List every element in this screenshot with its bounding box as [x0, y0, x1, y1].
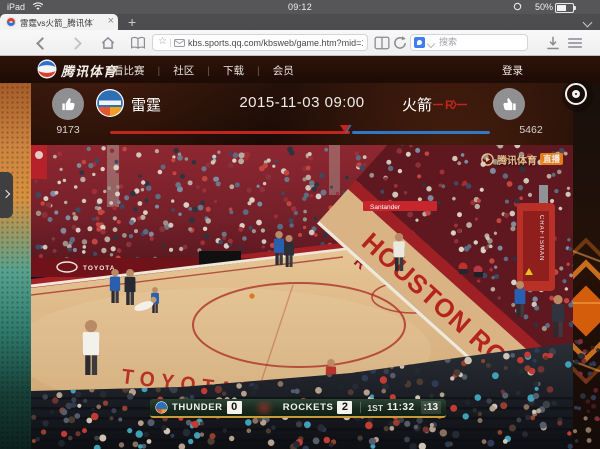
scoreboard-home-name: THUNDER [172, 402, 223, 413]
watermark-play-icon [481, 153, 494, 166]
tab-favicon [6, 17, 16, 27]
favorite-star-icon[interactable]: ☆ [158, 36, 167, 47]
watermark-live-badge: 直播 [540, 153, 563, 165]
broadcast-scoreboard: THUNDER 0 ROCKETS 2 1ST 11:32 :13 [150, 399, 446, 418]
reload-icon[interactable] [392, 35, 408, 51]
login-link[interactable]: 登录 [502, 63, 523, 78]
toyota-board-ad: TOYOTA [83, 265, 115, 272]
side-panel-toggle[interactable] [0, 172, 13, 218]
battery-icon [555, 3, 574, 13]
status-bar: iPad 09:12 50% [0, 0, 600, 14]
away-vote-count: 5462 [503, 124, 559, 136]
rotation-lock-icon [513, 2, 522, 11]
address-bar[interactable]: ☆ kbs.sports.qq.com/kbsweb/game.htm?mid=… [152, 34, 368, 51]
home-team-name[interactable]: 雷霆 [131, 94, 161, 115]
stanchion-ad-text: CRAFTSMAN [538, 215, 544, 261]
page-background-left [0, 80, 31, 449]
browser-toolbar: ☆ kbs.sports.qq.com/kbsweb/game.htm?mid=… [0, 30, 600, 56]
thunder-logo [95, 88, 125, 118]
video-player[interactable]: TOYOTA R HOUSTON ROCKETS [31, 145, 573, 449]
site-badge-icon [174, 39, 185, 47]
tab-title: 雷霆vs火箭_腾讯体育_... [20, 17, 94, 29]
home-vote-count: 9173 [40, 124, 96, 136]
tencent-sports-logo [37, 59, 57, 79]
thumbs-up-icon [501, 96, 518, 113]
scoreboard-period: 1ST [367, 403, 383, 413]
active-tab[interactable]: 雷霆vs火箭_腾讯体育_... × [0, 14, 118, 30]
tab-overflow-icon[interactable] [584, 18, 592, 26]
home-button[interactable] [100, 35, 116, 51]
tab-close-icon[interactable]: × [108, 15, 114, 27]
scoreboard-game-clock: 11:32 [387, 402, 415, 413]
svg-text:R: R [445, 98, 454, 111]
match-header: 9173 雷霆 2015-11-03 09:00 火箭 R 5462 [31, 83, 573, 145]
search-field[interactable] [410, 34, 528, 51]
reader-split-icon[interactable] [374, 35, 390, 51]
tab-strip: 雷霆vs火箭_腾讯体育_... × + [0, 14, 600, 30]
nav-watch[interactable]: 看比赛 [113, 63, 145, 78]
new-tab-button[interactable]: + [128, 14, 136, 30]
vote-ratio-marker [339, 124, 352, 134]
away-vote-bar [352, 131, 490, 134]
menu-icon[interactable] [567, 35, 583, 51]
scoreboard-shot-clock: :13 [421, 401, 441, 414]
search-input[interactable] [437, 36, 526, 48]
away-vote-button[interactable] [493, 88, 525, 120]
watermark-brand: 腾讯体育 [497, 152, 537, 167]
scoreboard-home-score: 0 [227, 401, 242, 414]
search-engine-dropdown-icon[interactable] [427, 40, 435, 48]
home-vote-bar [110, 131, 350, 134]
nav-community[interactable]: 社区 [173, 63, 194, 78]
forward-button[interactable] [72, 35, 88, 51]
nav-vip[interactable]: 会员 [273, 63, 294, 78]
watermark: 腾讯体育 直播 [481, 151, 563, 167]
thumbs-up-icon [60, 96, 77, 113]
battery-percent: 50% [535, 2, 553, 12]
scoreboard-gap [246, 399, 283, 416]
scoreboard-thunder-logo [155, 401, 168, 414]
site-header: 腾讯体育 看比赛 | 社区 | 下载 | 会员 登录 [0, 56, 600, 83]
home-vote-button[interactable] [52, 88, 84, 120]
rockets-logo: R [433, 98, 467, 111]
search-engine-icon[interactable] [414, 37, 425, 48]
brand-title[interactable]: 腾讯体育 [61, 61, 117, 80]
back-button[interactable] [36, 35, 52, 51]
scoreboard-away-score: 2 [337, 401, 352, 414]
background-graphic [573, 56, 600, 449]
page-background-right [573, 56, 600, 449]
floating-target-icon[interactable] [562, 80, 594, 112]
download-icon[interactable] [545, 35, 561, 51]
santander-ad: Santander [370, 204, 401, 211]
screen: iPad 09:12 50% 雷霆vs火箭_腾讯体育_... × + [0, 0, 600, 449]
away-team-name[interactable]: 火箭 [402, 94, 432, 115]
main-nav: 看比赛 | 社区 | 下载 | 会员 [113, 63, 307, 78]
bookmarks-icon[interactable] [130, 35, 146, 51]
scoreboard-away-name: ROCKETS [283, 402, 334, 413]
clock: 09:12 [0, 2, 600, 12]
url-text: kbs.sports.qq.com/kbsweb/game.htm?mid=1.… [188, 38, 363, 48]
nav-download[interactable]: 下载 [223, 63, 244, 78]
